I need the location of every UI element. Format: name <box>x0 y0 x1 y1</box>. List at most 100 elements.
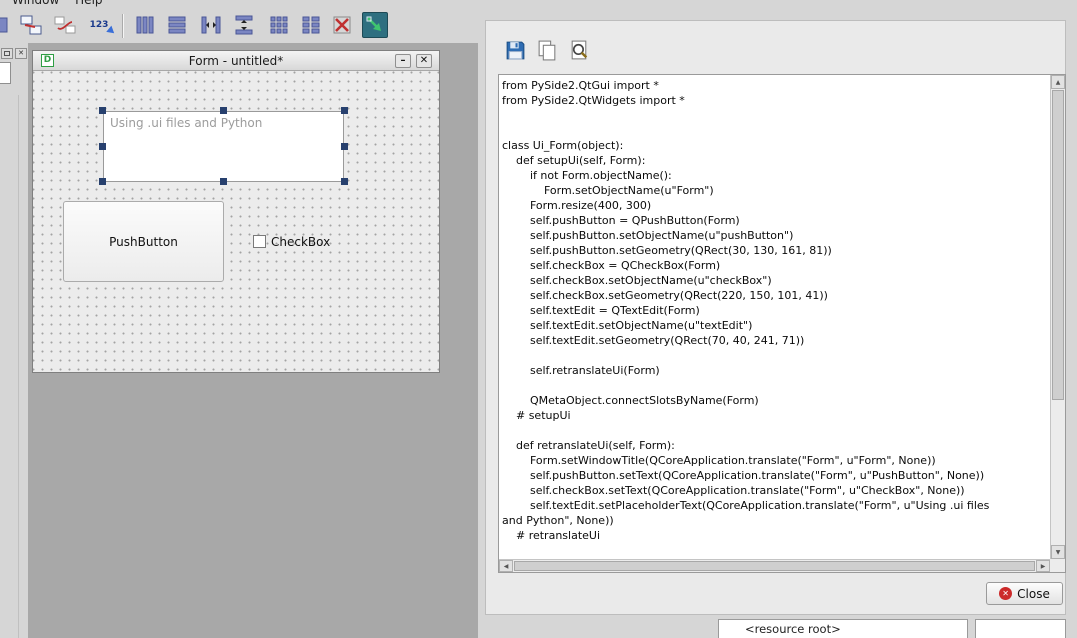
edit-tab-order-icon[interactable]: 123 <box>86 12 112 38</box>
form-editor-area: D Form - untitled* – ✕ Using .ui files a… <box>28 43 478 638</box>
menubar: Window Help <box>0 0 1077 9</box>
code-line: Form.resize(400, 300) <box>502 198 1048 213</box>
toolbar-separator <box>122 14 124 38</box>
selection-handle[interactable] <box>220 178 227 185</box>
code-view[interactable]: from PySide2.QtGui import *from PySide2.… <box>498 74 1066 573</box>
code-line: from PySide2.QtGui import * <box>502 78 1048 93</box>
code-line: # setupUi <box>502 408 1048 423</box>
selection-handle[interactable] <box>341 143 348 150</box>
dock-float-button[interactable] <box>1 48 13 59</box>
close-icon: ✕ <box>18 49 24 57</box>
selection-handle[interactable] <box>220 107 227 114</box>
save-icon[interactable] <box>502 37 528 63</box>
code-line: if not Form.objectName(): <box>502 168 1048 183</box>
pushbutton-label: PushButton <box>109 235 178 249</box>
resource-side-panel[interactable] <box>975 619 1066 638</box>
minimize-button[interactable]: – <box>395 54 411 68</box>
code-line: self.pushButton.setGeometry(QRect(30, 13… <box>502 243 1048 258</box>
edit-signals-slots-icon[interactable] <box>18 12 44 38</box>
scroll-up-icon[interactable]: ▲ <box>1051 75 1065 89</box>
copy-icon[interactable] <box>534 37 560 63</box>
resource-root-label: <resource root> <box>745 622 841 636</box>
checkbox-box-icon <box>253 235 266 248</box>
menu-help[interactable]: Help <box>75 0 102 7</box>
layout-form-icon[interactable] <box>298 12 324 38</box>
code-line: and Python", None)) <box>502 513 1048 528</box>
partial-toolbar-icon[interactable] <box>0 12 12 38</box>
code-line <box>502 423 1048 438</box>
code-line: self.checkBox.setGeometry(QRect(220, 150… <box>502 288 1048 303</box>
code-line: def retranslateUi(self, Form): <box>502 438 1048 453</box>
widget-filter-input[interactable] <box>0 62 11 84</box>
code-line <box>502 123 1048 138</box>
code-line: self.textEdit.setPlaceholderText(QCoreAp… <box>502 498 1048 513</box>
menu-window[interactable]: Window <box>12 0 59 7</box>
tab-order-label: 123 <box>90 20 109 30</box>
vertical-scrollbar[interactable]: ▲ ▼ <box>1050 75 1065 559</box>
code-line: self.pushButton.setObjectName(u"pushButt… <box>502 228 1048 243</box>
adjust-size-icon[interactable] <box>362 12 388 38</box>
code-line: def setupUi(self, Form): <box>502 153 1048 168</box>
layout-vertical-icon[interactable] <box>164 12 190 38</box>
layout-splitter-vertical-icon[interactable] <box>231 12 257 38</box>
code-content: from PySide2.QtGui import *from PySide2.… <box>502 78 1048 557</box>
code-line <box>502 378 1048 393</box>
scrollbar-corner <box>1050 559 1065 572</box>
textedit-widget[interactable]: Using .ui files and Python <box>103 111 344 182</box>
selection-handle[interactable] <box>99 107 106 114</box>
dock-scrollbar-track[interactable] <box>18 95 19 638</box>
code-line: self.textEdit.setObjectName(u"textEdit") <box>502 318 1048 333</box>
layout-grid-icon[interactable] <box>266 12 292 38</box>
code-line: Form.setObjectName(u"Form") <box>502 183 1048 198</box>
selection-handle[interactable] <box>99 178 106 185</box>
widget-box-dock-fragment: ✕ <box>0 43 28 638</box>
form-window-titlebar[interactable]: D Form - untitled* – ✕ <box>33 51 439 71</box>
code-line: self.checkBox.setText(QCoreApplication.t… <box>502 483 1048 498</box>
clipped-icon <box>0 14 10 36</box>
selection-handle[interactable] <box>341 107 348 114</box>
form-window-title: Form - untitled* <box>33 54 439 68</box>
horizontal-scrollbar[interactable]: ◀ ▶ <box>499 559 1050 572</box>
close-button[interactable]: ✕ <box>416 54 432 68</box>
close-button-label: Close <box>1017 587 1050 601</box>
checkbox-label: CheckBox <box>271 235 330 249</box>
code-line: class Ui_Form(object): <box>502 138 1048 153</box>
scroll-right-icon[interactable]: ▶ <box>1036 560 1050 572</box>
code-line: self.pushButton = QPushButton(Form) <box>502 213 1048 228</box>
textedit-placeholder: Using .ui files and Python <box>110 116 262 130</box>
code-line: self.textEdit = QTextEdit(Form) <box>502 303 1048 318</box>
selection-handle[interactable] <box>99 143 106 150</box>
form-window: D Form - untitled* – ✕ Using .ui files a… <box>32 50 440 373</box>
float-icon <box>4 51 10 56</box>
code-line: QMetaObject.connectSlotsByName(Form) <box>502 393 1048 408</box>
edit-buddies-icon[interactable] <box>52 12 78 38</box>
form-canvas[interactable]: Using .ui files and Python PushButton Ch… <box>33 71 439 372</box>
code-line: self.checkBox = QCheckBox(Form) <box>502 258 1048 273</box>
code-preview-dialog: from PySide2.QtGui import *from PySide2.… <box>485 20 1066 615</box>
qt-designer-screen: Window Help 123 <box>0 0 1077 638</box>
close-dialog-button[interactable]: ✕ Close <box>986 582 1063 605</box>
selection-handle[interactable] <box>341 178 348 185</box>
code-line: Form.setWindowTitle(QCoreApplication.tra… <box>502 453 1048 468</box>
horizontal-scrollbar-thumb[interactable] <box>514 561 1035 571</box>
dock-close-button[interactable]: ✕ <box>15 48 27 59</box>
break-layout-icon[interactable] <box>329 12 355 38</box>
code-line: # retranslateUi <box>502 528 1048 543</box>
find-in-code-icon[interactable] <box>566 37 592 63</box>
scroll-down-icon[interactable]: ▼ <box>1051 545 1065 559</box>
code-line: self.textEdit.setGeometry(QRect(70, 40, … <box>502 333 1048 348</box>
code-line: self.pushButton.setText(QCoreApplication… <box>502 468 1048 483</box>
resource-root-item[interactable]: <resource root> <box>718 619 968 638</box>
layout-splitter-horizontal-icon[interactable] <box>198 12 224 38</box>
code-line: self.checkBox.setObjectName(u"checkBox") <box>502 273 1048 288</box>
checkbox-widget[interactable]: CheckBox <box>253 221 354 262</box>
close-red-icon: ✕ <box>999 587 1012 600</box>
layout-horizontal-icon[interactable] <box>132 12 158 38</box>
scroll-left-icon[interactable]: ◀ <box>499 560 513 572</box>
code-line <box>502 108 1048 123</box>
code-line <box>502 348 1048 363</box>
pushbutton-widget[interactable]: PushButton <box>63 201 224 282</box>
code-line: self.retranslateUi(Form) <box>502 363 1048 378</box>
vertical-scrollbar-thumb[interactable] <box>1052 90 1064 400</box>
code-line: from PySide2.QtWidgets import * <box>502 93 1048 108</box>
